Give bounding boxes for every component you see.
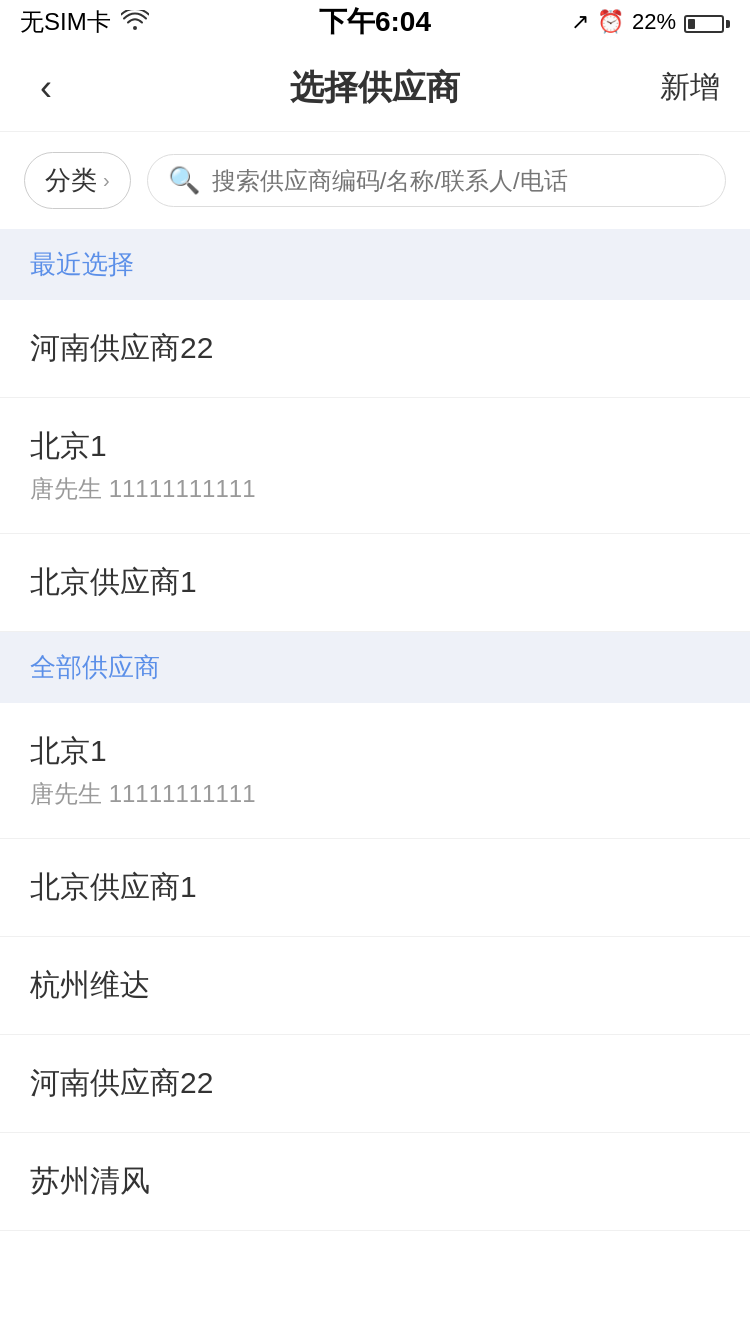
category-button[interactable]: 分类 › bbox=[24, 152, 131, 209]
list-item-sub: 唐先生 11111111111 bbox=[30, 778, 720, 810]
status-right: ↗ ⏰ 22% bbox=[571, 9, 730, 35]
status-bar: 无SIM卡 下午6:04 ↗ ⏰ 22% bbox=[0, 0, 750, 44]
all-list-item[interactable]: 北京供应商1 bbox=[0, 839, 750, 937]
nav-bar: ‹ 选择供应商 新增 bbox=[0, 44, 750, 132]
recent-list-item[interactable]: 河南供应商22 bbox=[0, 300, 750, 398]
page-title: 选择供应商 bbox=[290, 65, 460, 111]
all-list-item[interactable]: 河南供应商22 bbox=[0, 1035, 750, 1133]
list-item-sub: 唐先生 11111111111 bbox=[30, 473, 720, 505]
battery-label: 22% bbox=[632, 9, 676, 35]
recent-list-item[interactable]: 北京1 唐先生 11111111111 bbox=[0, 398, 750, 534]
all-list-item[interactable]: 苏州清风 bbox=[0, 1133, 750, 1231]
location-icon: ↗ bbox=[571, 9, 589, 35]
status-left: 无SIM卡 bbox=[20, 6, 149, 38]
list-item-name: 北京供应商1 bbox=[30, 562, 720, 603]
back-button[interactable]: ‹ bbox=[30, 57, 62, 119]
search-box: 🔍 bbox=[147, 154, 726, 207]
recent-section-header: 最近选择 bbox=[0, 229, 750, 300]
wifi-icon bbox=[121, 8, 149, 36]
status-time: 下午6:04 bbox=[319, 3, 431, 41]
all-list: 北京1 唐先生 11111111111 北京供应商1 杭州维达河南供应商22 苏州清风 bbox=[0, 703, 750, 1231]
list-item-name: 河南供应商22 bbox=[30, 328, 720, 369]
all-list-item[interactable]: 杭州维达 bbox=[0, 937, 750, 1035]
list-item-name: 北京供应商1 bbox=[30, 867, 720, 908]
add-button[interactable]: 新增 bbox=[660, 67, 720, 108]
carrier-label: 无SIM卡 bbox=[20, 6, 111, 38]
recent-list: 河南供应商22 北京1 唐先生 11111111111 北京供应商1 bbox=[0, 300, 750, 632]
search-input[interactable] bbox=[212, 167, 705, 195]
all-section-header: 全部供应商 bbox=[0, 632, 750, 703]
list-item-name: 苏州清风 bbox=[30, 1161, 720, 1202]
all-list-item[interactable]: 北京1 唐先生 11111111111 bbox=[0, 703, 750, 839]
list-item-name: 北京1 bbox=[30, 731, 720, 772]
filter-bar: 分类 › 🔍 bbox=[0, 132, 750, 229]
category-label: 分类 bbox=[45, 163, 97, 198]
alarm-icon: ⏰ bbox=[597, 9, 624, 35]
recent-list-item[interactable]: 北京供应商1 bbox=[0, 534, 750, 632]
list-item-name: 北京1 bbox=[30, 426, 720, 467]
list-item-name: 杭州维达 bbox=[30, 965, 720, 1006]
search-icon: 🔍 bbox=[168, 165, 200, 196]
list-item-name: 河南供应商22 bbox=[30, 1063, 720, 1104]
chevron-right-icon: › bbox=[103, 169, 110, 192]
battery-icon bbox=[684, 9, 730, 35]
